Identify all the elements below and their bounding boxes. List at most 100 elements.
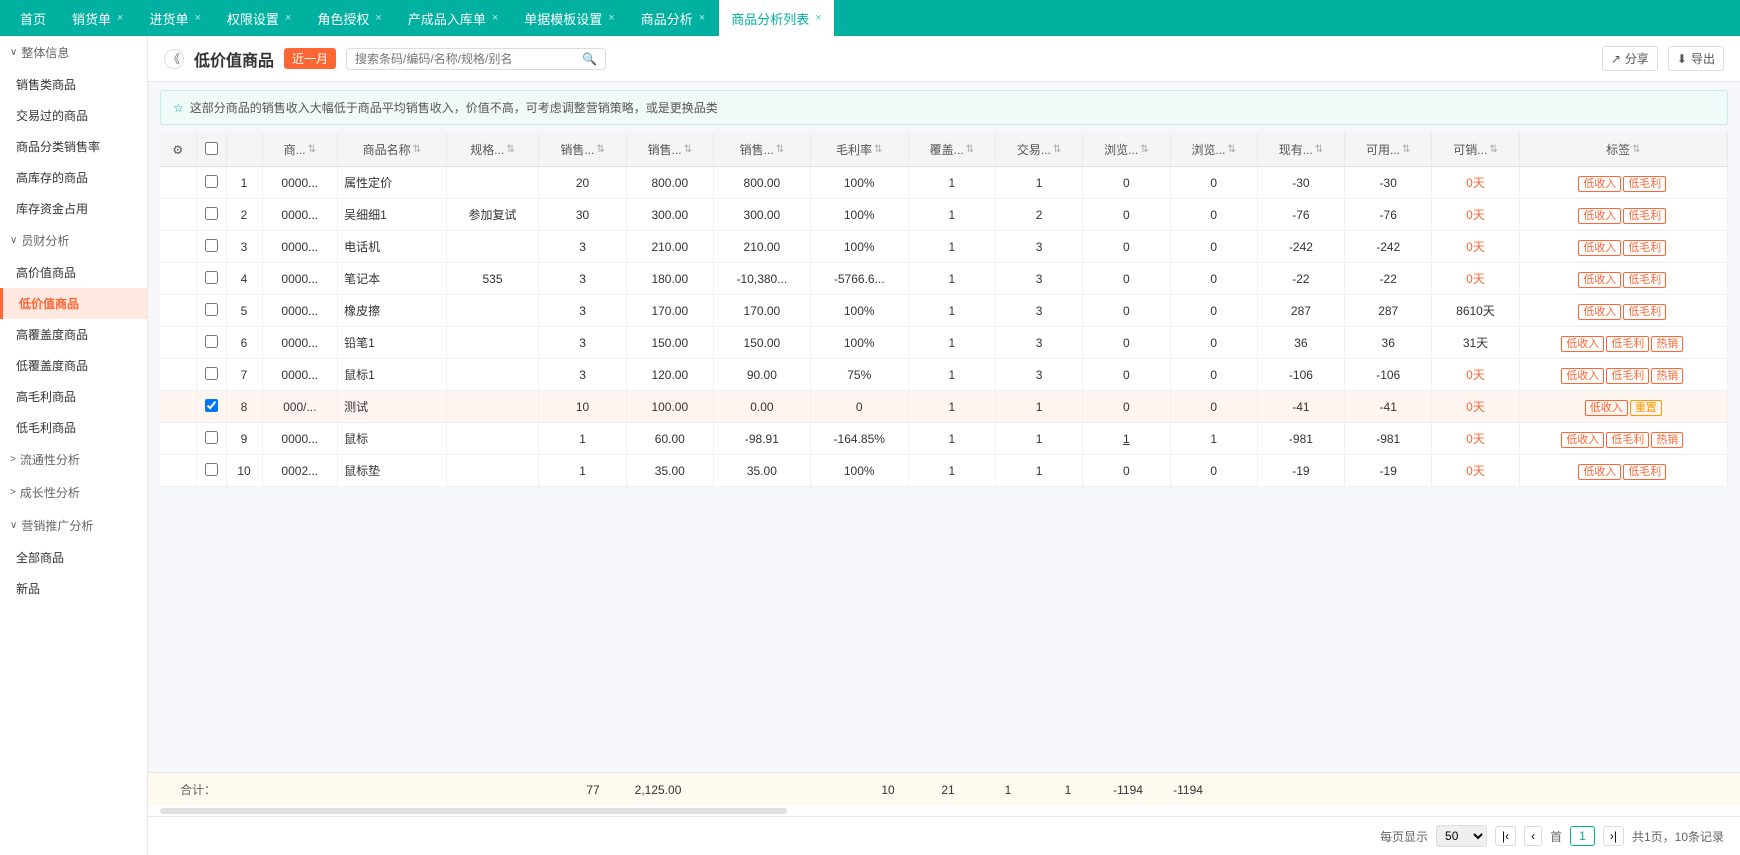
row-checkbox[interactable] [205,431,218,444]
row-checkbox[interactable] [205,175,218,188]
col-spec[interactable]: 规格...⇅ [446,133,539,167]
col-code[interactable]: 商...⇅ [262,133,338,167]
nav-role[interactable]: 角色授权 × [305,0,393,36]
close-template-icon[interactable]: × [608,12,614,24]
row-checkbox[interactable] [205,207,218,220]
sort-cost-icon[interactable]: ⇅ [776,144,784,155]
nav-analysis[interactable]: 商品分析 × [629,0,717,36]
col-sales-amt[interactable]: 销售...⇅ [626,133,713,167]
col-browse2[interactable]: 浏览...⇅ [1170,133,1257,167]
collapse-sidebar-button[interactable]: 《 [164,49,184,69]
row-checkbox-cell[interactable] [196,295,226,327]
sort-trade-icon[interactable]: ⇅ [1053,144,1061,155]
sidebar-item-all-products[interactable]: 全部商品 [0,542,147,573]
sort-current-icon[interactable]: ⇅ [1315,144,1323,155]
sidebar-item-low-value[interactable]: 低价值商品 [0,288,147,319]
row-checkbox[interactable] [205,239,218,252]
col-trade[interactable]: 交易...⇅ [995,133,1082,167]
nav-template[interactable]: 单据模板设置 × [512,0,626,36]
col-settings[interactable]: ⚙ [160,133,196,167]
sort-spec-icon[interactable]: ⇅ [506,144,514,155]
row-checkbox-cell[interactable] [196,359,226,391]
sort-amt-icon[interactable]: ⇅ [684,144,692,155]
sidebar-item-sales-products[interactable]: 销售类商品 [0,69,147,100]
row-checkbox[interactable] [205,463,218,476]
sort-browse1-icon[interactable]: ⇅ [1140,144,1148,155]
sort-saleable-icon[interactable]: ⇅ [1489,144,1497,155]
sort-tags-icon[interactable]: ⇅ [1632,144,1640,155]
row-checkbox[interactable] [205,335,218,348]
sidebar-item-low-margin[interactable]: 低毛利商品 [0,412,147,443]
nav-home[interactable]: 首页 [8,0,58,36]
row-checkbox-cell[interactable] [196,327,226,359]
close-purchase-icon[interactable]: × [194,12,200,24]
sort-code-icon[interactable]: ⇅ [308,144,316,155]
row-browse1[interactable]: 1 [1083,423,1170,455]
sort-available-icon[interactable]: ⇅ [1402,144,1410,155]
col-available[interactable]: 可用...⇅ [1345,133,1432,167]
table-container[interactable]: ⚙ 商...⇅ 商品名称⇅ 规格...⇅ 销售...⇅ 销售...⇅ 销售...… [160,133,1728,772]
col-name[interactable]: 商品名称⇅ [338,133,447,167]
close-role-icon[interactable]: × [375,12,381,24]
col-browse1[interactable]: 浏览...⇅ [1083,133,1170,167]
sidebar-item-stock-capital[interactable]: 库存资金占用 [0,193,147,224]
row-checkbox-cell[interactable] [196,167,226,199]
row-checkbox-cell[interactable] [196,391,226,423]
period-tag-button[interactable]: 近一月 [284,48,336,69]
sidebar-item-high-margin[interactable]: 高毛利商品 [0,381,147,412]
sidebar-item-high-coverage[interactable]: 高覆盖度商品 [0,319,147,350]
col-coverage[interactable]: 覆盖...⇅ [908,133,995,167]
close-analysis-icon[interactable]: × [699,12,705,24]
col-saleable[interactable]: 可销...⇅ [1432,133,1519,167]
select-all-checkbox[interactable] [205,142,218,155]
sort-name-icon[interactable]: ⇅ [413,144,421,155]
row-checkbox[interactable] [205,399,218,412]
sort-margin-icon[interactable]: ⇅ [874,144,882,155]
col-tags[interactable]: 标签⇅ [1519,133,1727,167]
col-sales-cost[interactable]: 销售...⇅ [713,133,810,167]
row-checkbox-cell[interactable] [196,455,226,487]
prev-page-button[interactable]: ‹ [1524,826,1542,846]
per-page-select[interactable]: 50 100 200 [1436,825,1487,847]
row-checkbox[interactable] [205,303,218,316]
row-checkbox-cell[interactable] [196,231,226,263]
sort-qty-icon[interactable]: ⇅ [596,144,604,155]
nav-permission[interactable]: 权限设置 × [215,0,303,36]
sort-coverage-icon[interactable]: ⇅ [966,144,974,155]
next-page-button[interactable]: ›| [1603,826,1624,846]
nav-purchase[interactable]: 进货单 × [137,0,212,36]
nav-product-inbound[interactable]: 产成品入库单 × [396,0,510,36]
nav-analysis-list[interactable]: 商品分析列表 × [719,0,833,36]
close-product-icon[interactable]: × [492,12,498,24]
search-icon[interactable]: 🔍 [582,52,597,66]
col-sales-qty[interactable]: 销售...⇅ [539,133,626,167]
first-page-button[interactable]: |‹ [1495,826,1516,846]
sidebar-item-high-stock[interactable]: 高库存的商品 [0,162,147,193]
sidebar-item-traded[interactable]: 交易过的商品 [0,100,147,131]
sidebar-group-circulation[interactable]: > 流通性分析 [0,443,147,476]
sort-browse2-icon[interactable]: ⇅ [1227,144,1235,155]
col-checkbox[interactable] [196,133,226,167]
search-input[interactable] [355,52,576,66]
nav-sales[interactable]: 销货单 × [60,0,135,36]
sidebar-item-low-coverage[interactable]: 低覆盖度商品 [0,350,147,381]
row-checkbox-cell[interactable] [196,199,226,231]
sidebar-group-marketing[interactable]: ∨ 营销推广分析 [0,509,147,542]
close-permission-icon[interactable]: × [285,12,291,24]
export-button[interactable]: ⬇ 导出 [1668,46,1724,71]
sidebar-item-high-value[interactable]: 高价值商品 [0,257,147,288]
sidebar-item-category-sales[interactable]: 商品分类销售率 [0,131,147,162]
sidebar-group-overview[interactable]: ∨ 整体信息 [0,36,147,69]
row-checkbox[interactable] [205,367,218,380]
row-checkbox[interactable] [205,271,218,284]
sidebar-item-new-products[interactable]: 新品 [0,573,147,604]
sidebar-group-financial[interactable]: ∨ 员财分析 [0,224,147,257]
col-current[interactable]: 现有...⇅ [1257,133,1344,167]
row-checkbox-cell[interactable] [196,263,226,295]
close-analysis-list-icon[interactable]: × [815,12,821,24]
col-margin[interactable]: 毛利率⇅ [810,133,908,167]
share-button[interactable]: ↗ 分享 [1602,46,1658,71]
sidebar-group-growth[interactable]: > 成长性分析 [0,476,147,509]
row-checkbox-cell[interactable] [196,423,226,455]
close-sales-icon[interactable]: × [117,12,123,24]
